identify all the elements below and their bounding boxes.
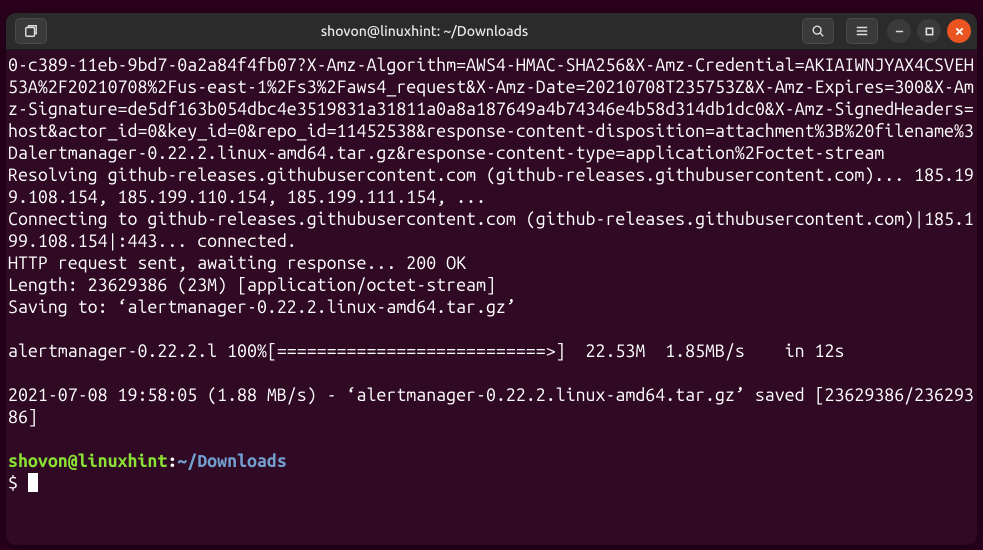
output-summary: 2021-07-08 19:58:05 (1.88 MB/s) - ‘alert… <box>8 385 974 427</box>
prompt-dollar: $ <box>8 473 28 493</box>
prompt-user-host: shovon@linuxhint <box>8 451 167 471</box>
output-line: Resolving github-releases.githubusercont… <box>8 165 974 207</box>
terminal-content[interactable]: 0-c389-11eb-9bd7-0a2a84f4fb07?X-Amz-Algo… <box>6 50 977 496</box>
cursor <box>28 473 38 492</box>
output-line: Saving to: ‘alertmanager-0.22.2.linux-am… <box>8 297 516 317</box>
output-line: Connecting to github-releases.githubuser… <box>8 209 974 251</box>
prompt-colon: : <box>167 451 177 471</box>
hamburger-menu-icon <box>855 24 869 38</box>
minimize-icon <box>895 27 904 36</box>
output-line: Length: 23629386 (23M) [application/octe… <box>8 275 496 295</box>
output-line: 0-c389-11eb-9bd7-0a2a84f4fb07?X-Amz-Algo… <box>8 55 974 163</box>
minimize-button[interactable] <box>887 19 911 43</box>
prompt-path: ~/Downloads <box>177 451 287 471</box>
output-line: HTTP request sent, awaiting response... … <box>8 253 466 273</box>
search-icon <box>811 24 825 38</box>
new-tab-button[interactable] <box>15 18 47 44</box>
close-button[interactable] <box>947 19 971 43</box>
close-icon <box>955 27 964 36</box>
titlebar: shovon@linuxhint: ~/Downloads <box>6 13 977 50</box>
maximize-icon <box>925 27 934 36</box>
menu-button[interactable] <box>846 18 878 44</box>
terminal-window: shovon@linuxhint: ~/Downloads <box>6 13 977 545</box>
output-progress: alertmanager-0.22.2.l 100%[=============… <box>8 341 844 361</box>
new-tab-icon <box>24 24 38 38</box>
search-button[interactable] <box>802 18 834 44</box>
maximize-button[interactable] <box>917 19 941 43</box>
window-title: shovon@linuxhint: ~/Downloads <box>50 23 799 39</box>
